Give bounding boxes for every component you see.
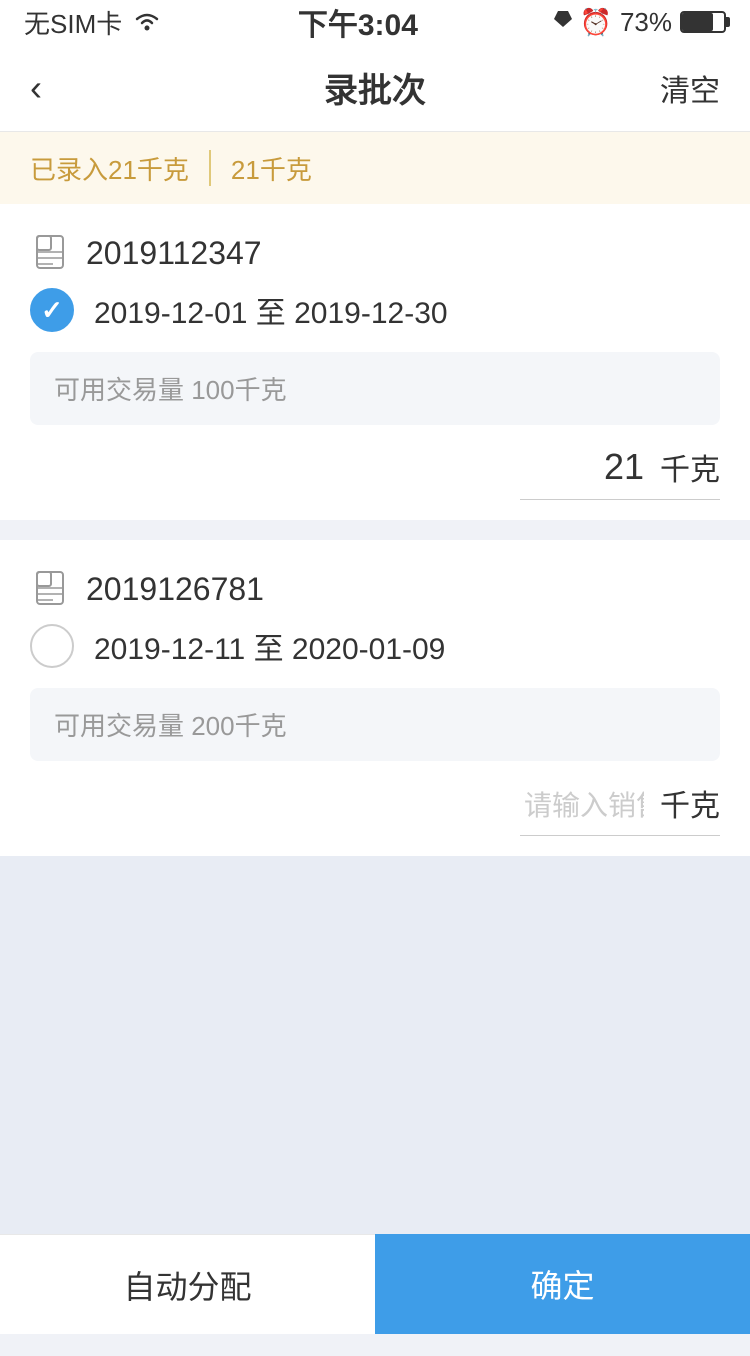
- back-button[interactable]: ‹: [30, 67, 90, 109]
- status-left: 无SIM卡: [24, 4, 162, 41]
- batch-doc-icon-1: [30, 234, 74, 272]
- batch-card-2: 2019126781 2019-12-11 至 2020-01-09 可用交易量…: [0, 540, 750, 856]
- quantity-unit-2: 千克: [660, 781, 720, 825]
- carrier-text: 无SIM卡: [24, 4, 122, 41]
- date-row-2[interactable]: 2019-12-11 至 2020-01-09: [30, 624, 720, 668]
- battery-percentage: 73%: [620, 7, 672, 38]
- auto-distribute-button[interactable]: 自动分配: [0, 1234, 375, 1334]
- status-bar: 无SIM卡 下午3:04 ⏰ 73%: [0, 0, 750, 44]
- quantity-unit-1: 千克: [660, 445, 720, 489]
- date-range-1: 2019-12-01 至 2019-12-30: [94, 288, 448, 332]
- radio-2[interactable]: [30, 624, 74, 668]
- bottom-bar: 自动分配 确定: [0, 1234, 750, 1334]
- wifi-icon: [132, 7, 162, 38]
- batch-doc-icon-2: [30, 570, 74, 608]
- quantity-input-1[interactable]: [524, 446, 644, 488]
- available-row-2: 可用交易量 200千克: [30, 688, 720, 761]
- card-divider: [0, 520, 750, 540]
- clear-button[interactable]: 清空: [660, 66, 720, 110]
- info-banner: 已录入21千克 21千克: [0, 132, 750, 204]
- radio-1[interactable]: ✓: [30, 288, 74, 332]
- recorded-label: 已录入21千克: [30, 150, 189, 187]
- nav-bar: ‹ 录批次 清空: [0, 44, 750, 132]
- page-title: 录批次: [324, 63, 426, 112]
- batch-id-row-1: 2019112347: [30, 234, 720, 272]
- date-range-2: 2019-12-11 至 2020-01-09: [94, 624, 445, 668]
- empty-area: [0, 856, 750, 1256]
- quantity-input-2[interactable]: [524, 782, 644, 824]
- batch-id-2: 2019126781: [86, 571, 264, 608]
- batch-card-1: 2019112347 ✓ 2019-12-01 至 2019-12-30 可用交…: [0, 204, 750, 520]
- batch-id-1: 2019112347: [86, 235, 262, 272]
- batch-id-row-2: 2019126781: [30, 570, 720, 608]
- banner-divider: [209, 150, 211, 186]
- location-icon: [554, 7, 572, 38]
- alarm-icon: ⏰: [580, 7, 612, 38]
- available-row-1: 可用交易量 100千克: [30, 352, 720, 425]
- content-area: 2019112347 ✓ 2019-12-01 至 2019-12-30 可用交…: [0, 204, 750, 1356]
- status-right: ⏰ 73%: [554, 7, 726, 38]
- status-time: 下午3:04: [298, 0, 418, 44]
- battery-icon: [680, 11, 726, 33]
- confirm-button[interactable]: 确定: [375, 1234, 750, 1334]
- recorded-value: 21千克: [231, 150, 312, 187]
- date-row-1[interactable]: ✓ 2019-12-01 至 2019-12-30: [30, 288, 720, 332]
